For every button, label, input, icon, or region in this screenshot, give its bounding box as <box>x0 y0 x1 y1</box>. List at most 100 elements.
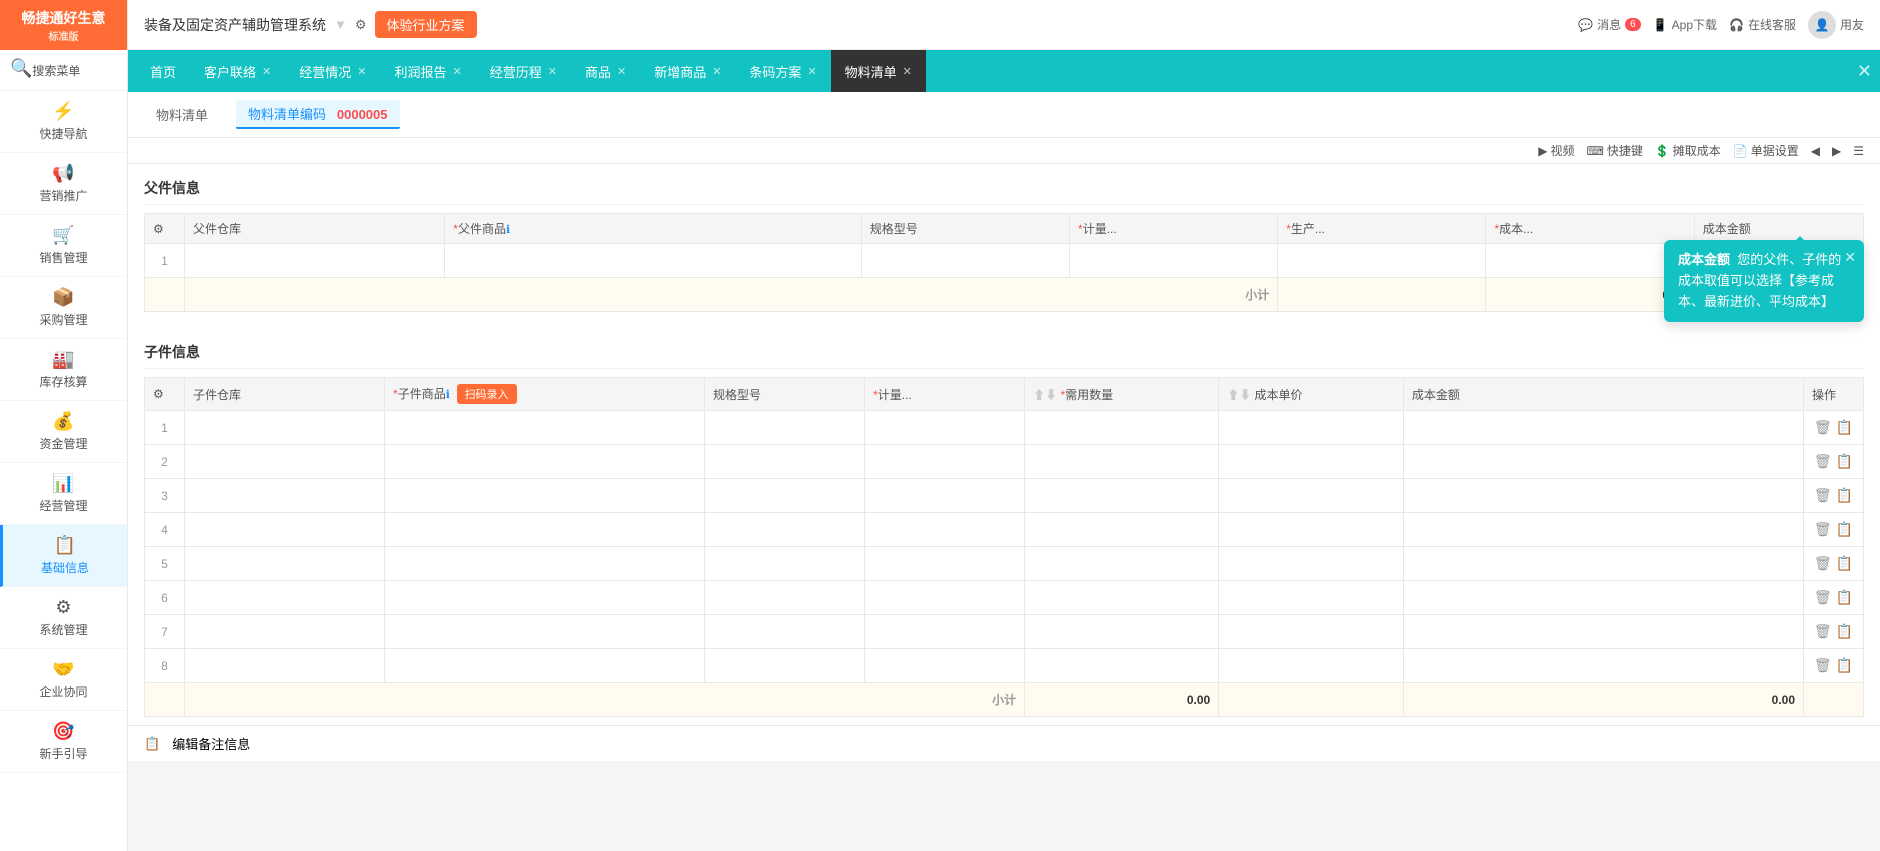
prev-btn[interactable]: ◀ <box>1811 144 1820 158</box>
child-row-6-spec[interactable] <box>705 581 865 615</box>
subtab-code[interactable]: 物料清单编码 0000005 <box>236 100 399 129</box>
child-row-7-product[interactable] <box>385 615 705 649</box>
view-btn[interactable]: ▶ 视频 <box>1538 142 1574 159</box>
tab-history-close[interactable]: ✕ <box>548 65 557 78</box>
child-row-4-unit[interactable] <box>865 513 1025 547</box>
child-row-5-cost-amt[interactable] <box>1403 547 1803 581</box>
child-row-1-cost-amt[interactable] <box>1403 411 1803 445</box>
child-row-8-warehouse[interactable] <box>185 649 385 683</box>
delete-icon-5[interactable]: 🗑 <box>1814 555 1832 572</box>
parent-row-1-spec[interactable] <box>861 244 1069 278</box>
copy-icon-3[interactable]: 📋 <box>1836 487 1853 504</box>
child-row-6-warehouse[interactable] <box>185 581 385 615</box>
tab-business-close[interactable]: ✕ <box>357 65 366 78</box>
child-row-4-warehouse[interactable] <box>185 513 385 547</box>
tab-customer[interactable]: 客户联络 ✕ <box>190 50 285 92</box>
user-btn[interactable]: 👤 用友 <box>1808 11 1864 39</box>
child-row-8-spec[interactable] <box>705 649 865 683</box>
tab-customer-close[interactable]: ✕ <box>262 65 271 78</box>
delete-icon-2[interactable]: 🗑 <box>1814 453 1832 470</box>
child-row-2-cost-amt[interactable] <box>1403 445 1803 479</box>
child-row-2-product[interactable] <box>385 445 705 479</box>
delete-icon-4[interactable]: 🗑 <box>1814 521 1832 538</box>
tab-barcode[interactable]: 条码方案 ✕ <box>735 50 830 92</box>
child-row-2-unit[interactable] <box>865 445 1025 479</box>
parent-row-1-unit[interactable] <box>1070 244 1278 278</box>
copy-icon-5[interactable]: 📋 <box>1836 555 1853 572</box>
child-row-2-unit-cost[interactable] <box>1219 445 1404 479</box>
child-row-6-cost-amt[interactable] <box>1403 581 1803 615</box>
parent-row-1-prod[interactable] <box>1278 244 1486 278</box>
child-row-3-spec[interactable] <box>705 479 865 513</box>
sidebar-item-quicknav[interactable]: ⚡ 快捷导航 <box>0 91 127 153</box>
child-row-6-unit-cost[interactable] <box>1219 581 1404 615</box>
child-row-8-qty[interactable] <box>1025 649 1219 683</box>
online-btn[interactable]: 🎧 在线客服 <box>1729 16 1796 33</box>
tab-barcode-close[interactable]: ✕ <box>807 65 816 78</box>
tab-home[interactable]: 首页 <box>136 50 190 92</box>
close-all-tabs[interactable]: ✕ <box>1857 61 1872 82</box>
child-row-1-spec[interactable] <box>705 411 865 445</box>
child-row-5-spec[interactable] <box>705 547 865 581</box>
copy-icon-8[interactable]: 📋 <box>1836 657 1853 674</box>
tab-product[interactable]: 商品 ✕ <box>571 50 640 92</box>
tab-product-close[interactable]: ✕ <box>617 65 626 78</box>
child-row-1-qty[interactable] <box>1025 411 1219 445</box>
sidebar-item-purchase[interactable]: 📦 采购管理 <box>0 277 127 339</box>
child-row-2-warehouse[interactable] <box>185 445 385 479</box>
tab-newproduct[interactable]: 新增商品 ✕ <box>640 50 735 92</box>
delete-icon-8[interactable]: 🗑 <box>1814 657 1832 674</box>
child-row-5-unit-cost[interactable] <box>1219 547 1404 581</box>
child-row-1-warehouse[interactable] <box>185 411 385 445</box>
sidebar-item-search[interactable]: 🔍 搜索菜单 <box>0 50 127 91</box>
child-row-1-unit-cost[interactable] <box>1219 411 1404 445</box>
parent-col-settings[interactable]: ⚙ <box>145 214 185 244</box>
subtab-list[interactable]: 物料清单 <box>144 101 220 128</box>
message-btn[interactable]: 💬 消息 6 <box>1578 16 1641 33</box>
shortcut-btn[interactable]: ⌨ 快捷键 <box>1586 142 1642 159</box>
parent-row-1-cost[interactable] <box>1486 244 1694 278</box>
tooltip-close-btn[interactable]: ✕ <box>1844 246 1856 268</box>
tab-profit[interactable]: 利润报告 ✕ <box>380 50 475 92</box>
copy-icon-1[interactable]: 📋 <box>1836 419 1853 436</box>
tab-newproduct-close[interactable]: ✕ <box>712 65 721 78</box>
app-btn[interactable]: 📱 App下载 <box>1653 16 1717 33</box>
delete-icon-7[interactable]: 🗑 <box>1814 623 1832 640</box>
parent-row-1-product[interactable] <box>445 244 861 278</box>
child-row-4-spec[interactable] <box>705 513 865 547</box>
next-btn[interactable]: ▶ <box>1832 144 1841 158</box>
sidebar-item-collab[interactable]: 🤝 企业协同 <box>0 649 127 711</box>
child-row-5-unit[interactable] <box>865 547 1025 581</box>
single-btn[interactable]: 📄 单据设置 <box>1733 142 1799 159</box>
child-row-2-qty[interactable] <box>1025 445 1219 479</box>
grid-view-btn[interactable]: ☰ <box>1853 144 1864 158</box>
copy-icon-7[interactable]: 📋 <box>1836 623 1853 640</box>
child-row-1-unit[interactable] <box>865 411 1025 445</box>
copy-icon-6[interactable]: 📋 <box>1836 589 1853 606</box>
child-row-2-spec[interactable] <box>705 445 865 479</box>
try-btn[interactable]: 体验行业方案 <box>375 11 477 38</box>
child-row-3-warehouse[interactable] <box>185 479 385 513</box>
child-row-8-cost-amt[interactable] <box>1403 649 1803 683</box>
child-row-4-cost-amt[interactable] <box>1403 513 1803 547</box>
child-row-8-product[interactable] <box>385 649 705 683</box>
child-row-3-unit[interactable] <box>865 479 1025 513</box>
child-row-5-warehouse[interactable] <box>185 547 385 581</box>
child-col-settings[interactable]: ⚙ <box>145 378 185 411</box>
child-row-4-product[interactable] <box>385 513 705 547</box>
sidebar-item-marketing[interactable]: 📢 营销推广 <box>0 153 127 215</box>
sidebar-item-sales[interactable]: 🛒 销售管理 <box>0 215 127 277</box>
child-row-4-unit-cost[interactable] <box>1219 513 1404 547</box>
cost-btn[interactable]: 💲 摊取成本 <box>1655 142 1721 159</box>
child-row-7-unit-cost[interactable] <box>1219 615 1404 649</box>
delete-icon-6[interactable]: 🗑 <box>1814 589 1832 606</box>
gear-btn[interactable]: ⚙ <box>355 17 367 33</box>
child-row-1-product[interactable] <box>385 411 705 445</box>
child-row-7-spec[interactable] <box>705 615 865 649</box>
child-row-3-product[interactable] <box>385 479 705 513</box>
child-row-5-product[interactable] <box>385 547 705 581</box>
sidebar-item-system[interactable]: ⚙ 系统管理 <box>0 587 127 649</box>
child-row-3-unit-cost[interactable] <box>1219 479 1404 513</box>
child-row-7-qty[interactable] <box>1025 615 1219 649</box>
child-row-6-qty[interactable] <box>1025 581 1219 615</box>
